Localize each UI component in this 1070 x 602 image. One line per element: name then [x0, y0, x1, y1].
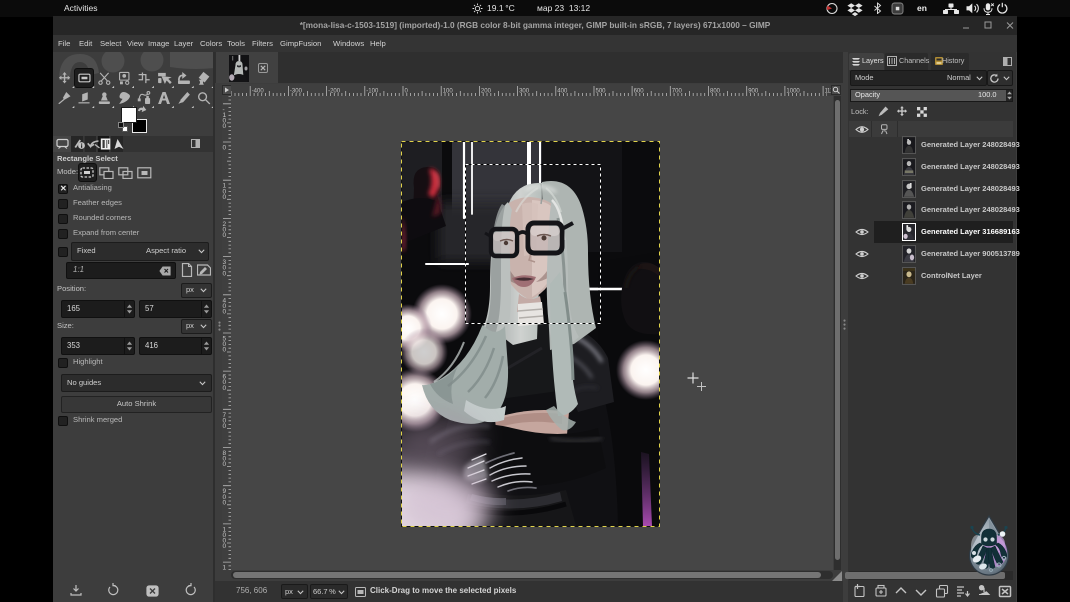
svg-text:100: 100: [443, 89, 454, 95]
svg-text:700: 700: [672, 89, 683, 95]
svg-text:0: 0: [223, 145, 227, 152]
svg-text:0: 0: [223, 232, 227, 239]
svg-text:0: 0: [223, 194, 227, 201]
svg-text:0: 0: [223, 543, 227, 550]
svg-text:-200: -200: [328, 89, 341, 95]
svg-text:1000: 1000: [786, 89, 800, 95]
svg-text:0: 0: [223, 461, 227, 468]
svg-text:0: 0: [223, 385, 227, 392]
svg-text:-100: -100: [366, 89, 379, 95]
svg-text:400: 400: [557, 89, 568, 95]
svg-text:-300: -300: [290, 89, 303, 95]
svg-text:0: 0: [223, 423, 227, 430]
svg-text:200: 200: [481, 89, 492, 95]
svg-text:0: 0: [223, 309, 227, 316]
svg-text:600: 600: [634, 89, 645, 95]
svg-text:800: 800: [710, 89, 721, 95]
svg-text:-400: -400: [252, 89, 265, 95]
svg-text:900: 900: [748, 89, 759, 95]
svg-text:0: 0: [223, 123, 227, 130]
svg-text:300: 300: [519, 89, 530, 95]
svg-text:500: 500: [596, 89, 607, 95]
svg-text:0: 0: [223, 270, 227, 277]
svg-text:0: 0: [223, 347, 227, 354]
svg-text:0: 0: [223, 499, 227, 506]
svg-text:1: 1: [223, 565, 227, 570]
